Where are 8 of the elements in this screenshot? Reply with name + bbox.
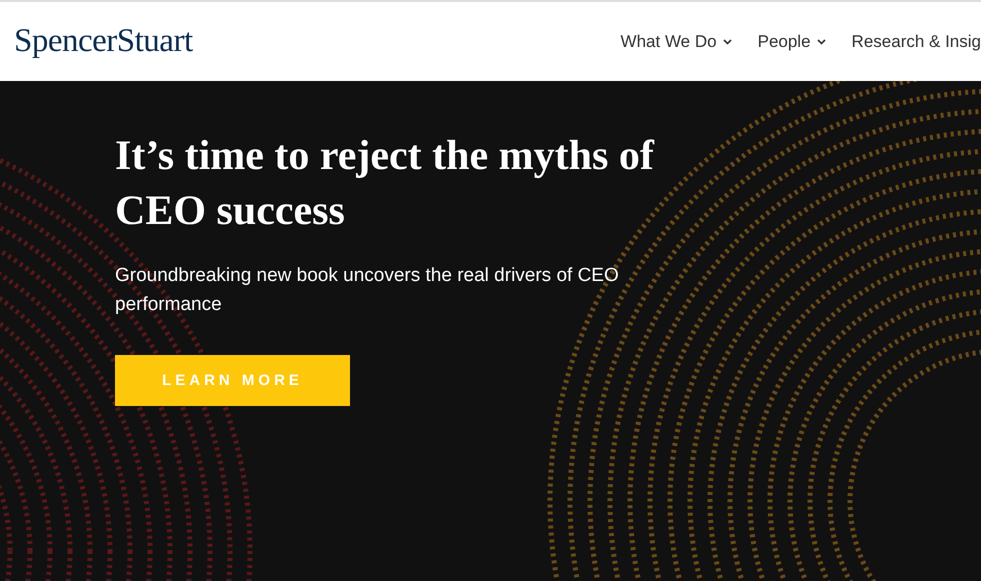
nav-link[interactable]: Research & Insig (852, 32, 981, 52)
hero-title: It’s time to reject the myths of CEO success (115, 132, 656, 236)
caret-icon (722, 38, 732, 44)
logo[interactable]: SpencerStuart (14, 23, 193, 60)
nav-link[interactable]: People (758, 32, 826, 52)
hero-subtitle: Groundbreaking new book uncovers the real drivers of CEO performance (115, 264, 620, 317)
caret-icon (816, 38, 826, 44)
nav-link[interactable]: What We Do (620, 32, 732, 52)
